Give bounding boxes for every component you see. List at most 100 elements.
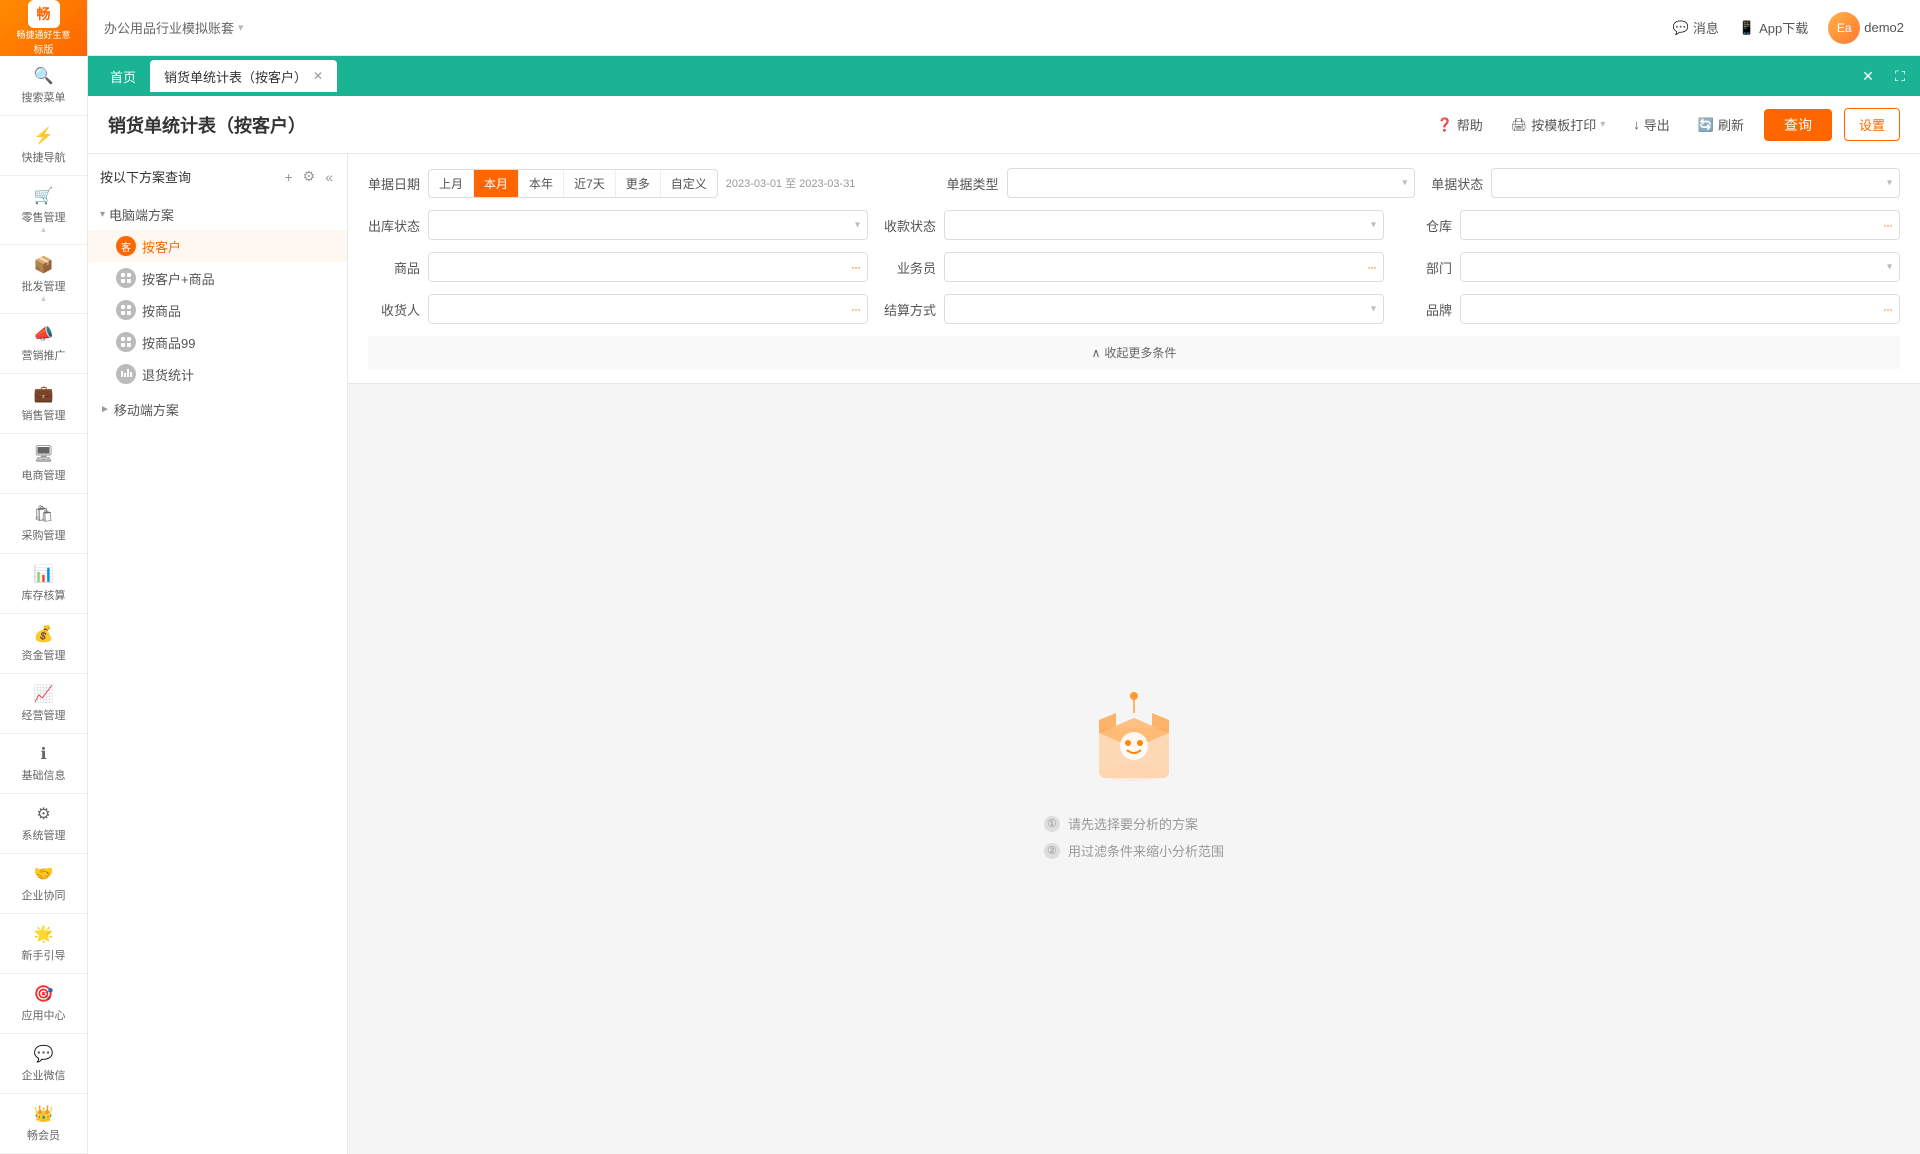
- empty-illustration: ① 请先选择要分析的方案 ② 用过滤条件来缩小分析范围: [1044, 678, 1224, 860]
- breadcrumb-text: 办公用品行业模拟账套: [104, 18, 234, 37]
- sidebar-item-retail[interactable]: 🛒 零售管理 ▲: [0, 176, 87, 245]
- sidebar-item-system[interactable]: ⚙ 系统管理: [0, 794, 87, 854]
- filter-row-1: 单据日期 上月 本月 本年 近7天 更多 自定义 20: [368, 168, 1900, 198]
- sidebar-item-marketing[interactable]: 📣 营销推广: [0, 314, 87, 374]
- help-btn[interactable]: ❓ 帮助: [1429, 111, 1491, 138]
- panel-add-icon[interactable]: +: [282, 167, 294, 187]
- filter-date: 单据日期 上月 本月 本年 近7天 更多 自定义 20: [368, 169, 931, 198]
- tab-actions: ✕ ⛶: [1856, 64, 1912, 88]
- salesperson-input[interactable]: [944, 252, 1384, 282]
- date-btn-lastmonth[interactable]: 上月: [429, 170, 474, 197]
- message-icon: 💬: [1673, 20, 1689, 36]
- sidebar-item-collab[interactable]: 🤝 企业协同: [0, 854, 87, 914]
- date-filter-group: 上月 本月 本年 近7天 更多 自定义: [428, 169, 718, 198]
- filter-warehouse: 仓库 ···: [1400, 210, 1900, 240]
- app-version: 标版: [34, 41, 54, 56]
- hint-number-2: ②: [1044, 843, 1060, 859]
- sidebar-item-purchase[interactable]: 🛍 采购管理: [0, 494, 87, 554]
- doc-status-select[interactable]: [1491, 168, 1900, 198]
- sidebar-item-basic[interactable]: ℹ 基础信息: [0, 734, 87, 794]
- warehouse-input[interactable]: [1460, 210, 1900, 240]
- sidebar-item-guide[interactable]: 🌟 新手引导: [0, 914, 87, 974]
- app-download-btn[interactable]: 📱 App下载: [1739, 18, 1808, 37]
- query-btn[interactable]: 查询: [1764, 109, 1832, 141]
- sidebar-basic-label: 基础信息: [22, 767, 66, 783]
- date-btn-more[interactable]: 更多: [616, 170, 661, 197]
- tree-item-customer-goods[interactable]: 按客户+商品: [88, 262, 347, 294]
- date-btn-thisyear[interactable]: 本年: [519, 170, 564, 197]
- tab-home[interactable]: 首页: [96, 60, 150, 92]
- filter-row-2: 出库状态 ▾ 收款状态 ▾: [368, 210, 1900, 240]
- panel-header-actions: + ⚙ «: [282, 166, 335, 187]
- mobile-expand-icon: ►: [100, 404, 110, 415]
- tree-item-customer[interactable]: 客 按客户: [88, 230, 347, 262]
- breadcrumb-dropdown[interactable]: 办公用品行业模拟账套 ▾: [104, 18, 244, 37]
- hint-text-2: 用过滤条件来缩小分析范围: [1068, 841, 1224, 860]
- date-btn-7days[interactable]: 近7天: [564, 170, 616, 197]
- recipient-input[interactable]: [428, 294, 868, 324]
- user-info[interactable]: Ea demo2: [1828, 12, 1904, 44]
- sidebar-appcenter-label: 应用中心: [22, 1007, 66, 1023]
- settings-btn[interactable]: 设置: [1844, 108, 1900, 141]
- goods-input[interactable]: [428, 252, 868, 282]
- download-icon: 📱: [1739, 20, 1755, 36]
- print-btn[interactable]: 🖨 按模板打印 ▾: [1503, 111, 1614, 138]
- tree-item-goods99[interactable]: 按商品99: [88, 326, 347, 358]
- date-btn-thismonth[interactable]: 本月: [474, 170, 519, 197]
- mobile-section-header[interactable]: ► 移动端方案: [88, 394, 347, 425]
- top-header: 办公用品行业模拟账套 ▾ 💬 消息 📱 App下载 Ea demo2: [88, 0, 1920, 56]
- sidebar-item-search[interactable]: 🔍 搜索菜单: [0, 56, 87, 116]
- tab-expand-icon: ⛶: [1895, 68, 1905, 85]
- sidebar-item-wholesale[interactable]: 📦 批发管理 ▲: [0, 245, 87, 314]
- goods-icon: [116, 300, 136, 320]
- tab-expand-btn[interactable]: ⛶: [1888, 64, 1912, 88]
- desktop-section-label: 电脑端方案: [109, 205, 174, 224]
- sidebar-item-sales[interactable]: 💼 销售管理: [0, 374, 87, 434]
- brand-input[interactable]: [1460, 294, 1900, 324]
- settlement-select[interactable]: [944, 294, 1384, 324]
- sidebar-item-ecommerce[interactable]: 🖥 电商管理: [0, 434, 87, 494]
- hint-number-1: ①: [1044, 816, 1060, 832]
- sidebar-item-member[interactable]: 👑 畅会员: [0, 1094, 87, 1154]
- collapse-arrow-icon: ∧: [1092, 346, 1101, 360]
- search-nav-icon: 🔍: [34, 66, 54, 86]
- settings-label: 设置: [1859, 115, 1885, 134]
- doc-type-select[interactable]: [1007, 168, 1416, 198]
- salesperson-control: ···: [944, 252, 1384, 282]
- out-status-select[interactable]: [428, 210, 868, 240]
- tree-item-return[interactable]: 退货统计: [88, 358, 347, 390]
- app-logo[interactable]: 畅 畅捷通好生意 标版: [0, 0, 87, 56]
- filter-goods: 商品 ···: [368, 252, 868, 282]
- tree-item-goods[interactable]: 按商品: [88, 294, 347, 326]
- payment-status-select[interactable]: [944, 210, 1384, 240]
- sidebar-item-wechat[interactable]: 💬 企业微信: [0, 1034, 87, 1094]
- refresh-btn[interactable]: 🔄 刷新: [1690, 111, 1752, 138]
- sidebar-item-business[interactable]: 📈 经营管理: [0, 674, 87, 734]
- left-panel: 按以下方案查询 + ⚙ « ▾ 电脑端方案 客 按客户: [88, 154, 348, 1154]
- department-select[interactable]: [1460, 252, 1900, 282]
- sidebar-marketing-label: 营销推广: [22, 347, 66, 363]
- message-btn[interactable]: 💬 消息: [1673, 18, 1719, 37]
- sidebar-item-appcenter[interactable]: 🎯 应用中心: [0, 974, 87, 1034]
- customer-goods-icon: [116, 268, 136, 288]
- sidebar-item-finance[interactable]: 💰 资金管理: [0, 614, 87, 674]
- export-btn[interactable]: ↓ 导出: [1625, 111, 1678, 138]
- filter-brand: 品牌 ···: [1400, 294, 1900, 324]
- date-btn-custom[interactable]: 自定义: [661, 170, 717, 197]
- doc-type-control: ▾: [1007, 168, 1416, 198]
- panel-settings-icon[interactable]: ⚙: [301, 166, 318, 187]
- empty-hint-2: ② 用过滤条件来缩小分析范围: [1044, 841, 1224, 860]
- collapse-row[interactable]: ∧ 收起更多条件: [368, 336, 1900, 369]
- tab-report[interactable]: 销货单统计表（按客户） ✕: [150, 60, 337, 92]
- system-icon: ⚙: [36, 804, 50, 824]
- sidebar-member-label: 畅会员: [27, 1127, 60, 1143]
- tab-close-icon[interactable]: ✕: [313, 70, 323, 82]
- filter-out-status: 出库状态 ▾: [368, 210, 868, 240]
- panel-collapse-icon[interactable]: «: [323, 167, 335, 187]
- collapse-label: 收起更多条件: [1104, 344, 1176, 361]
- desktop-section-header[interactable]: ▾ 电脑端方案: [88, 199, 347, 230]
- sidebar-item-quicknav[interactable]: ⚡ 快捷导航: [0, 116, 87, 176]
- tab-close-all-btn[interactable]: ✕: [1856, 64, 1880, 88]
- sidebar-item-inventory[interactable]: 📊 库存核算: [0, 554, 87, 614]
- date-range-text: 2023-03-01 至 2023-03-31: [726, 175, 856, 191]
